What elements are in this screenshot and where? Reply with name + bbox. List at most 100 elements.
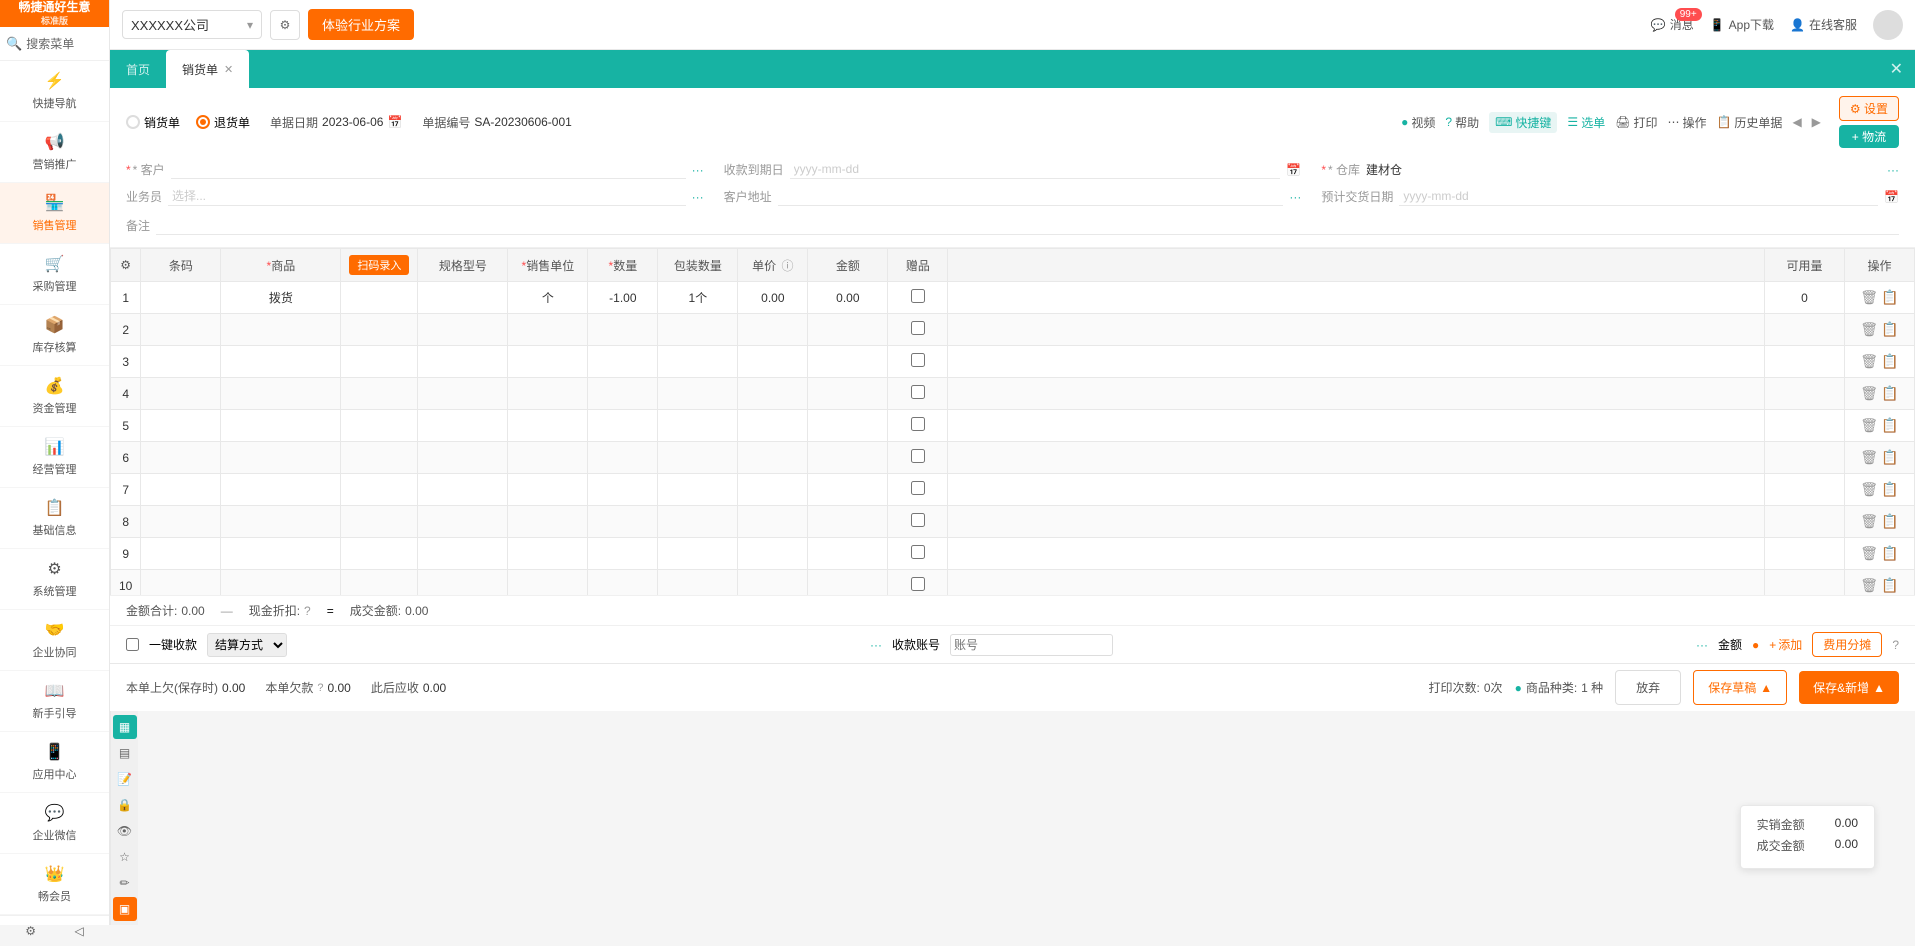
row-pack-qty-4[interactable]	[658, 378, 738, 410]
delete-row-8[interactable]: 🗑	[1860, 513, 1878, 530]
logistics-btn[interactable]: + 物流	[1839, 125, 1899, 148]
copy-row-2[interactable]: 📋	[1881, 321, 1898, 338]
settle-method-select[interactable]: 结算方式	[207, 633, 287, 657]
nav-next-icon[interactable]: ▶	[1812, 115, 1821, 129]
row-gift-1[interactable]	[888, 282, 948, 314]
row-spec-5[interactable]	[418, 410, 508, 442]
row-product-1[interactable]: 拨货	[221, 282, 341, 314]
row-gift-2[interactable]	[888, 314, 948, 346]
date-value[interactable]: 2023-06-06	[322, 115, 383, 129]
row-gift-4[interactable]	[888, 378, 948, 410]
row-product-7[interactable]	[221, 474, 341, 506]
row-amount-4[interactable]	[808, 378, 888, 410]
sidebar-item-enterprise[interactable]: 🤝 企业协同	[0, 610, 109, 671]
help-tool[interactable]: ? 帮助	[1445, 114, 1479, 131]
warehouse-dots[interactable]: ···	[1887, 163, 1899, 177]
delete-row-3[interactable]: 🗑	[1860, 353, 1878, 370]
delete-row-10[interactable]: 🗑	[1860, 577, 1878, 594]
row-amount-1[interactable]: 0.00	[808, 282, 888, 314]
tab-home[interactable]: 首页	[110, 50, 166, 88]
row-spec-10[interactable]	[418, 570, 508, 596]
row-product-3[interactable]	[221, 346, 341, 378]
row-price-5[interactable]	[738, 410, 808, 442]
row-price-3[interactable]	[738, 346, 808, 378]
row-unit-6[interactable]	[508, 442, 588, 474]
row-spec-8[interactable]	[418, 506, 508, 538]
copy-row-4[interactable]: 📋	[1881, 385, 1898, 402]
row-unit-9[interactable]	[508, 538, 588, 570]
nav-prev-icon[interactable]: ◀	[1792, 115, 1801, 129]
sidebar-item-search[interactable]: 🔍 搜索菜单	[0, 27, 109, 61]
sidebar-item-marketing[interactable]: 📢 营销推广	[0, 122, 109, 183]
row-pack-qty-8[interactable]	[658, 506, 738, 538]
select-tool[interactable]: ☰ 选单	[1567, 114, 1605, 131]
rp-star-btn[interactable]: ☆	[113, 845, 137, 869]
sidebar-item-guide[interactable]: 📖 新手引导	[0, 671, 109, 732]
row-pack-qty-10[interactable]	[658, 570, 738, 596]
gift-checkbox-7[interactable]	[911, 481, 925, 495]
scan-btn[interactable]: 扫码录入	[349, 255, 409, 275]
delete-row-4[interactable]: 🗑	[1860, 385, 1878, 402]
row-quantity-4[interactable]	[588, 378, 658, 410]
gift-checkbox-9[interactable]	[911, 545, 925, 559]
rp-layout1-btn[interactable]: ▦	[113, 715, 137, 739]
gift-checkbox-5[interactable]	[911, 417, 925, 431]
row-note-5[interactable]	[948, 410, 1765, 442]
row-price-8[interactable]	[738, 506, 808, 538]
sidebar-item-quick-nav[interactable]: ⚡ 快捷导航	[0, 61, 109, 122]
sidebar-item-system[interactable]: ⚙ 系统管理	[0, 549, 109, 610]
copy-row-8[interactable]: 📋	[1881, 513, 1898, 530]
row-barcode-1[interactable]	[141, 282, 221, 314]
row-quantity-10[interactable]	[588, 570, 658, 596]
copy-row-1[interactable]: 📋	[1881, 289, 1898, 306]
rp-note-btn[interactable]: 📝	[113, 767, 137, 791]
sidebar-collapse-icon[interactable]: ◁	[75, 924, 84, 938]
salesman-input[interactable]	[168, 187, 686, 206]
row-amount-2[interactable]	[808, 314, 888, 346]
row-spec-4[interactable]	[418, 378, 508, 410]
settings-btn[interactable]: ⚙	[270, 10, 300, 40]
row-spec-2[interactable]	[418, 314, 508, 346]
row-product-5[interactable]	[221, 410, 341, 442]
row-note-7[interactable]	[948, 474, 1765, 506]
row-pack-qty-7[interactable]	[658, 474, 738, 506]
date-calendar-icon[interactable]: 📅	[387, 115, 402, 129]
copy-row-3[interactable]: 📋	[1881, 353, 1898, 370]
row-price-7[interactable]	[738, 474, 808, 506]
row-barcode-2[interactable]	[141, 314, 221, 346]
delete-row-1[interactable]: 🗑	[1860, 289, 1878, 306]
row-spec-9[interactable]	[418, 538, 508, 570]
row-pack-qty-6[interactable]	[658, 442, 738, 474]
row-barcode-5[interactable]	[141, 410, 221, 442]
row-amount-3[interactable]	[808, 346, 888, 378]
row-amount-8[interactable]	[808, 506, 888, 538]
customer-address-input[interactable]	[778, 187, 1284, 206]
row-quantity-8[interactable]	[588, 506, 658, 538]
delete-row-2[interactable]: 🗑	[1860, 321, 1878, 338]
app-download-btn[interactable]: 📱 App下载	[1710, 16, 1774, 33]
sidebar-item-business[interactable]: 📊 经营管理	[0, 427, 109, 488]
row-note-9[interactable]	[948, 538, 1765, 570]
th-scan[interactable]: 扫码录入	[341, 249, 418, 282]
row-spec-7[interactable]	[418, 474, 508, 506]
sidebar-item-wechat[interactable]: 💬 企业微信	[0, 793, 109, 854]
delete-row-5[interactable]: 🗑	[1860, 417, 1878, 434]
row-note-1[interactable]	[948, 282, 1765, 314]
row-amount-7[interactable]	[808, 474, 888, 506]
th-gear[interactable]: ⚙	[111, 249, 141, 282]
account-input[interactable]	[950, 634, 1113, 656]
row-amount-9[interactable]	[808, 538, 888, 570]
row-gift-6[interactable]	[888, 442, 948, 474]
row-barcode-7[interactable]	[141, 474, 221, 506]
row-barcode-8[interactable]	[141, 506, 221, 538]
sidebar-item-sales[interactable]: 🏪 销售管理	[0, 183, 109, 244]
add-label[interactable]: + 添加	[1769, 636, 1802, 653]
row-barcode-6[interactable]	[141, 442, 221, 474]
user-avatar[interactable]	[1873, 10, 1903, 40]
debit-hint[interactable]: ?	[317, 682, 323, 694]
radio-sales-order[interactable]: 销货单	[126, 114, 180, 131]
gift-checkbox-6[interactable]	[911, 449, 925, 463]
row-gift-7[interactable]	[888, 474, 948, 506]
customer-dots[interactable]: ···	[692, 163, 704, 177]
fee-split-help-icon[interactable]: ?	[1892, 638, 1899, 652]
